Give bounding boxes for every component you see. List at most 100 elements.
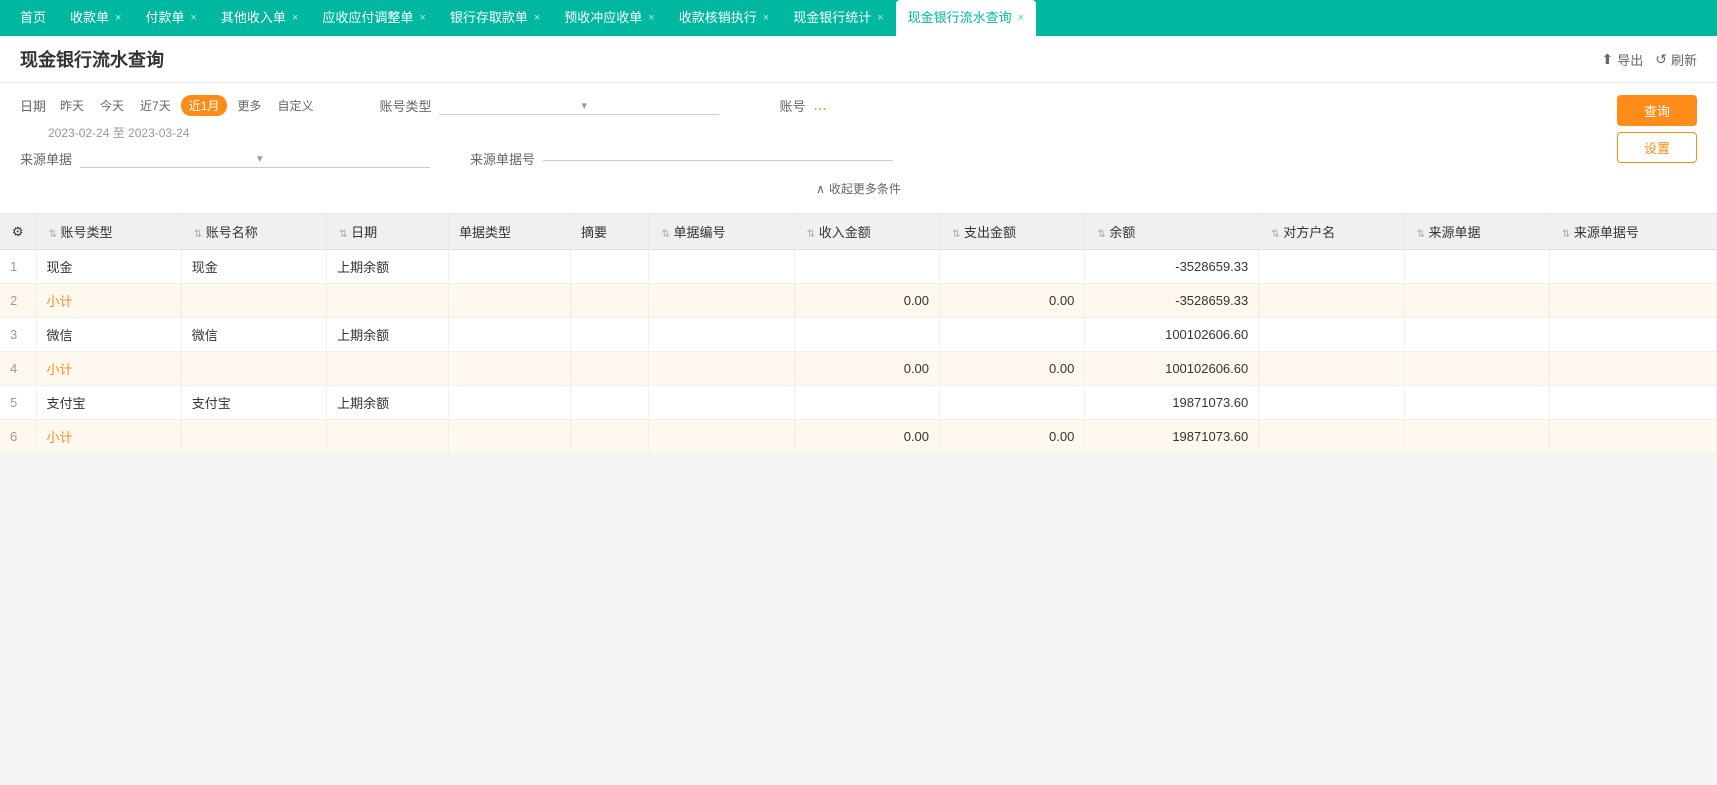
cell-account-type: 小计 [36, 284, 181, 318]
cell-balance: -3528659.33 [1085, 250, 1259, 284]
date-btn-yesterday[interactable]: 昨天 [54, 95, 90, 116]
top-navigation: 首页 收款单 × 付款单 × 其他收入单 × 应收应付调整单 × 银行存取款单 … [0, 0, 1717, 36]
cell-doc-type [449, 250, 571, 284]
date-btn-today[interactable]: 今天 [94, 95, 130, 116]
cell-doc-no [649, 386, 794, 420]
cell-income: 0.00 [794, 420, 939, 454]
close-icon[interactable]: × [292, 0, 298, 36]
account-filter-group: 账号 ... [779, 96, 834, 115]
refresh-icon: ↺ [1655, 51, 1667, 68]
nav-item-verification[interactable]: 收款核销执行 × [667, 0, 781, 36]
column-balance[interactable]: ⇅ 余额 [1085, 214, 1259, 250]
sort-icon: ⇅ [952, 229, 960, 240]
cell-source-doc-no [1549, 420, 1716, 454]
cell-account-name [181, 284, 326, 318]
date-btn-custom[interactable]: 自定义 [271, 95, 319, 116]
column-doc-no[interactable]: ⇅ 单据编号 [649, 214, 794, 250]
close-icon[interactable]: × [534, 0, 540, 36]
cell-account-type: 小计 [36, 420, 181, 454]
table-container: ⚙ ⇅ 账号类型 ⇅ 账号名称 ⇅ 日期 单据类型 摘要 ⇅ 单据编号 ⇅ 收入… [0, 214, 1717, 454]
nav-item-advance[interactable]: 预收冲应收单 × [552, 0, 666, 36]
cell-doc-no [649, 250, 794, 284]
close-icon[interactable]: × [115, 0, 121, 36]
cell-account-name: 支付宝 [181, 386, 326, 420]
date-btn-more[interactable]: 更多 [231, 95, 267, 116]
nav-item-adjustment[interactable]: 应收应付调整单 × [310, 0, 437, 36]
column-source-doc[interactable]: ⇅ 来源单据 [1404, 214, 1549, 250]
cell-balance: 19871073.60 [1085, 420, 1259, 454]
table-row: 3微信微信上期余额100102606.60 [0, 318, 1717, 352]
source-doc-select[interactable]: ▾ [80, 150, 430, 168]
collapse-up-icon: ∧ [816, 182, 825, 196]
close-icon[interactable]: × [419, 0, 425, 36]
account-ellipsis-btn[interactable]: ... [813, 97, 826, 115]
source-doc-no-filter-group: 来源单据号 [470, 149, 893, 168]
cell-source-doc [1404, 352, 1549, 386]
cell-account-name [181, 352, 326, 386]
cell-source-doc-no [1549, 250, 1716, 284]
date-btn-1month[interactable]: 近1月 [181, 95, 228, 116]
column-summary[interactable]: 摘要 [570, 214, 649, 250]
nav-item-payment[interactable]: 付款单 × [133, 0, 208, 36]
nav-item-bank-deposit[interactable]: 银行存取款单 × [438, 0, 552, 36]
source-doc-no-input[interactable] [543, 156, 893, 161]
column-counterpart[interactable]: ⇅ 对方户名 [1259, 214, 1404, 250]
cell-counterpart [1259, 284, 1404, 318]
cell-date [327, 284, 449, 318]
nav-item-receipt[interactable]: 收款单 × [58, 0, 133, 36]
cell-balance: 100102606.60 [1085, 318, 1259, 352]
setting-button[interactable]: 设置 [1617, 132, 1697, 163]
date-btn-7days[interactable]: 近7天 [134, 95, 177, 116]
cell-account-name [181, 420, 326, 454]
cell-income: 0.00 [794, 352, 939, 386]
query-button[interactable]: 查询 [1617, 95, 1697, 126]
cell-income [794, 386, 939, 420]
cell-summary [570, 284, 649, 318]
column-date[interactable]: ⇅ 日期 [327, 214, 449, 250]
cell-doc-no [649, 318, 794, 352]
column-expense[interactable]: ⇅ 支出金额 [940, 214, 1085, 250]
cell-source-doc-no [1549, 284, 1716, 318]
column-source-doc-no[interactable]: ⇅ 来源单据号 [1549, 214, 1716, 250]
nav-item-bank-stats[interactable]: 现金银行统计 × [781, 0, 895, 36]
row-number: 6 [0, 420, 36, 454]
cell-source-doc-no [1549, 386, 1716, 420]
nav-item-other-income[interactable]: 其他收入单 × [209, 0, 310, 36]
close-icon[interactable]: × [877, 0, 883, 36]
cell-counterpart [1259, 420, 1404, 454]
cell-source-doc [1404, 284, 1549, 318]
cell-source-doc-no [1549, 352, 1716, 386]
table-header-row: ⚙ ⇅ 账号类型 ⇅ 账号名称 ⇅ 日期 单据类型 摘要 ⇅ 单据编号 ⇅ 收入… [0, 214, 1717, 250]
row-number: 4 [0, 352, 36, 386]
cell-expense: 0.00 [940, 352, 1085, 386]
cell-summary [570, 420, 649, 454]
filter-actions: 查询 设置 [1617, 95, 1697, 163]
cell-source-doc [1404, 318, 1549, 352]
close-icon[interactable]: × [648, 0, 654, 36]
refresh-button[interactable]: ↺ 刷新 [1655, 50, 1697, 69]
account-type-select[interactable]: ▾ [439, 97, 719, 115]
export-button[interactable]: ⬆ 导出 [1602, 50, 1644, 69]
cell-summary [570, 250, 649, 284]
date-range-display: 2023-02-24 至 2023-03-24 [48, 126, 189, 140]
column-account-type[interactable]: ⇅ 账号类型 [36, 214, 181, 250]
column-account-name[interactable]: ⇅ 账号名称 [181, 214, 326, 250]
chevron-down-icon: ▾ [581, 99, 715, 112]
column-gear[interactable]: ⚙ [0, 214, 36, 250]
cell-source-doc [1404, 250, 1549, 284]
close-icon[interactable]: × [763, 0, 769, 36]
cell-balance: 100102606.60 [1085, 352, 1259, 386]
nav-item-home[interactable]: 首页 [8, 0, 58, 36]
cell-counterpart [1259, 250, 1404, 284]
column-income[interactable]: ⇅ 收入金额 [794, 214, 939, 250]
sort-icon: ⇅ [194, 229, 202, 240]
nav-item-bank-flow[interactable]: 现金银行流水查询 × [896, 0, 1036, 36]
row-number: 5 [0, 386, 36, 420]
cell-expense: 0.00 [940, 420, 1085, 454]
close-icon[interactable]: × [1018, 0, 1024, 36]
cell-doc-type [449, 352, 571, 386]
cell-account-type: 现金 [36, 250, 181, 284]
column-doc-type[interactable]: 单据类型 [449, 214, 571, 250]
collapse-bar[interactable]: ∧ 收起更多条件 [20, 176, 1697, 201]
close-icon[interactable]: × [190, 0, 196, 36]
